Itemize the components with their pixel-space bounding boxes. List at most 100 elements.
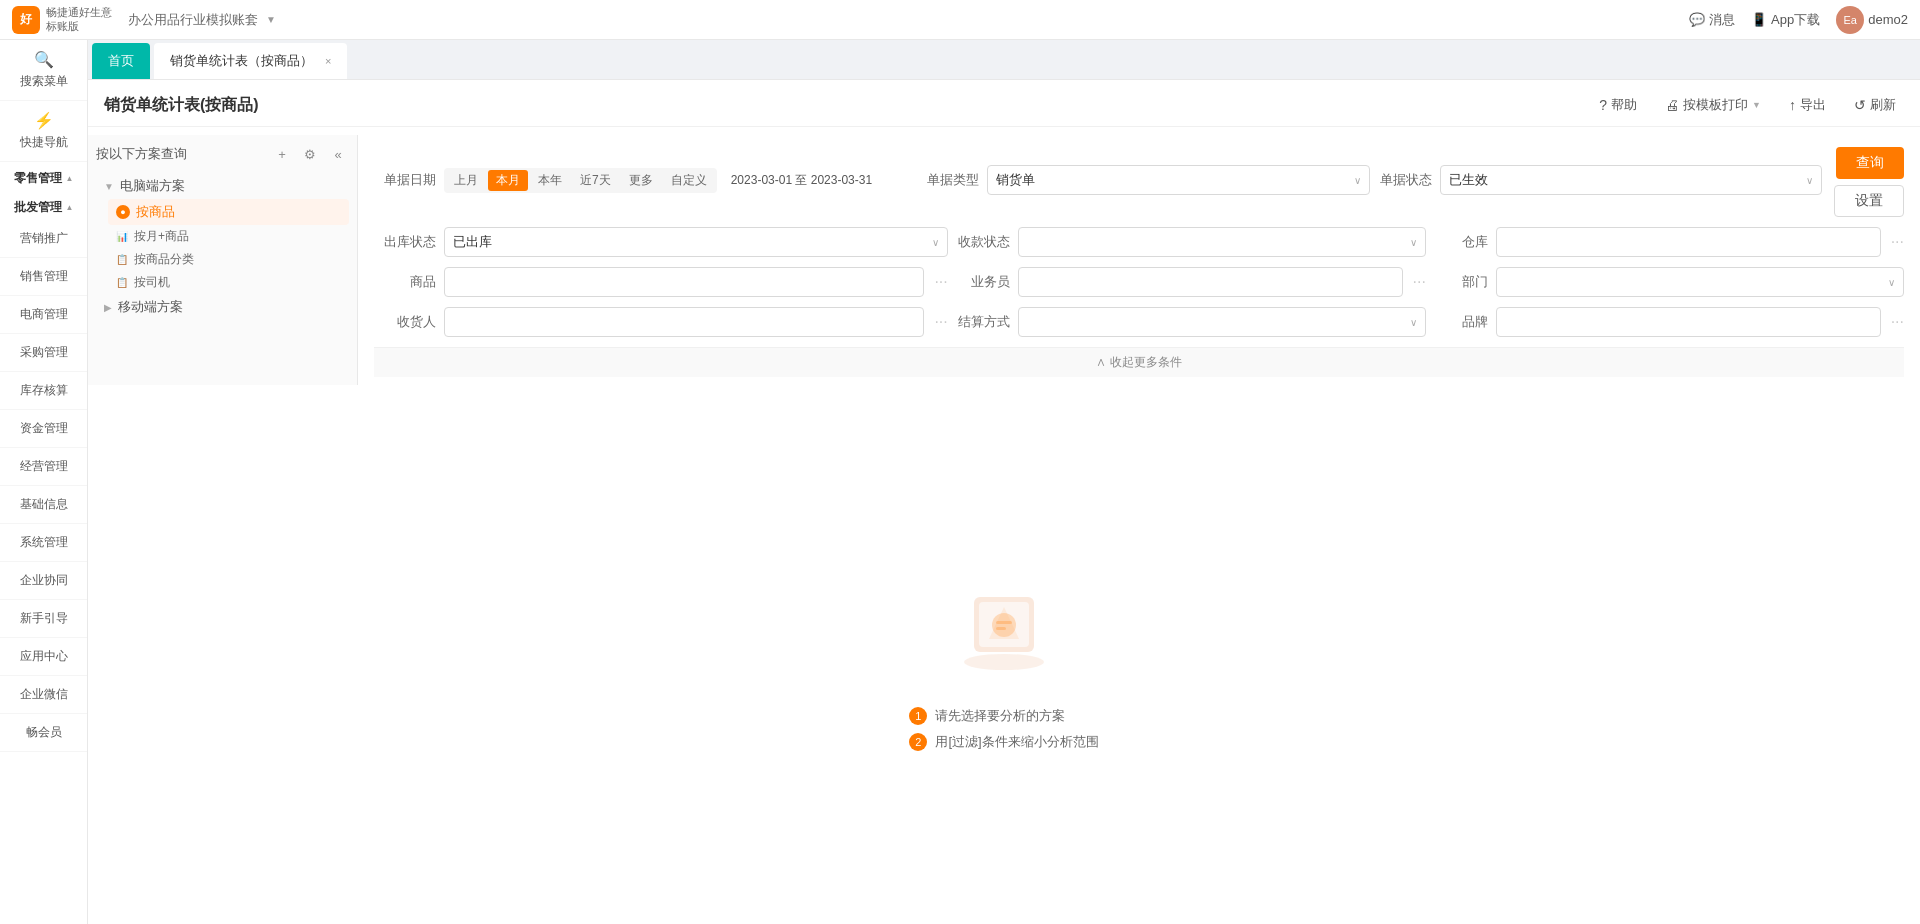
sidebar-item-ecommerce[interactable]: 电商管理 [0,296,87,334]
sidebar-item-inventory[interactable]: 库存核算 [0,372,87,410]
tree-item-by-product[interactable]: ● 按商品 [108,199,349,225]
filter-group-warehouse: 仓库 ··· [1426,227,1904,257]
sidebar-item-newbie[interactable]: 新手引导 [0,600,87,638]
sidebar-item-quicknav[interactable]: ⚡ 快捷导航 [0,101,87,162]
tree-group-pc: ▼ 电脑端方案 ● 按商品 📊 按月+商品 [96,173,349,294]
settlement-control: ∨ [1018,307,1426,337]
export-button[interactable]: ↑ 导出 [1781,92,1834,118]
help-button[interactable]: ? 帮助 [1591,92,1645,118]
panel-settings-button[interactable]: ⚙ [299,143,321,165]
sidebar-item-operation[interactable]: 经营管理 [0,448,87,486]
sidebar-item-basic[interactable]: 基础信息 [0,486,87,524]
type-select[interactable]: 销货单 ∨ [987,165,1370,195]
logo-area: 好 畅捷通好生意 标账版 [12,6,112,34]
salesman-dots[interactable]: ··· [1413,273,1426,291]
status-select[interactable]: 已生效 ∨ [1440,165,1823,195]
receiver-input[interactable] [444,307,924,337]
sidebar-item-wholesale[interactable]: 批发管理 ▲ [0,191,87,220]
refresh-button[interactable]: ↺ 刷新 [1846,92,1904,118]
product-input[interactable] [444,267,924,297]
salesman-label: 业务员 [948,273,1018,291]
filter-row-2: 出库状态 已出库 ∨ 收款状态 [374,227,1904,257]
tab-home[interactable]: 首页 [92,43,150,79]
tree-item-by-cashier[interactable]: 📋 按司机 [108,271,349,294]
out-label: 出库状态 [374,233,444,251]
settlement-select[interactable]: ∨ [1018,307,1426,337]
category-icon: 📋 [116,254,128,265]
warehouse-dots[interactable]: ··· [1891,233,1904,251]
dept-select[interactable]: ∨ [1496,267,1904,297]
avatar: Ea [1836,6,1864,34]
date-tab-lastmonth[interactable]: 上月 [446,170,486,191]
query-button[interactable]: 查询 [1836,147,1904,179]
top-bar-dropdown-arrow[interactable]: ▼ [266,14,276,25]
sidebar-item-system[interactable]: 系统管理 [0,524,87,562]
tree-item-by-month-product[interactable]: 📊 按月+商品 [108,225,349,248]
tree-item-by-category[interactable]: 📋 按商品分类 [108,248,349,271]
print-button[interactable]: 🖨 按模板打印 ▼ [1657,92,1769,118]
panel-header: 按以下方案查询 + ⚙ « [96,143,349,165]
date-tab-thisyear[interactable]: 本年 [530,170,570,191]
out-select[interactable]: 已出库 ∨ [444,227,948,257]
search-icon: 🔍 [34,50,54,69]
sidebar-item-purchase[interactable]: 采购管理 [0,334,87,372]
date-tab-more[interactable]: 更多 [621,170,661,191]
sidebar-item-corpwechat[interactable]: 企业微信 [0,676,87,714]
collapse-bar[interactable]: ∧ 收起更多条件 [374,347,1904,377]
settlement-label: 结算方式 [948,313,1018,331]
filter-group-out: 出库状态 已出库 ∨ [374,227,948,257]
date-tabs: 上月 本月 本年 近7天 更多 自定义 [444,168,717,193]
app-icon: 📱 [1751,12,1767,27]
panel-tools: + ⚙ « [271,143,349,165]
status-select-arrow: ∨ [1806,175,1813,186]
type-control: 销货单 ∨ [987,165,1370,195]
quicknav-icon: ⚡ [34,111,54,130]
tree-dot-by-product: ● [116,205,130,219]
warehouse-input[interactable] [1496,227,1881,257]
sidebar-item-retail[interactable]: 零售管理 ▲ [0,162,87,191]
user-menu[interactable]: Ea demo2 [1836,6,1908,34]
sidebar: 🔍 搜索菜单 ⚡ 快捷导航 零售管理 ▲ 批发管理 ▲ 营销推广 销售管理 电商… [0,40,88,924]
message-button[interactable]: 💬 消息 [1689,11,1735,29]
filter-group-type: 单据类型 销货单 ∨ [917,165,1370,195]
warehouse-label: 仓库 [1426,233,1496,251]
sidebar-item-appcenter[interactable]: 应用中心 [0,638,87,676]
app-download-button[interactable]: 📱 App下载 [1751,11,1820,29]
brand-label: 品牌 [1426,313,1496,331]
salesman-control: ··· [1018,267,1426,297]
content-area: 首页 销货单统计表（按商品） × 销货单统计表(按商品) ? 帮助 🖨 [88,40,1920,924]
date-tab-custom[interactable]: 自定义 [663,170,715,191]
filter-group-settlement: 结算方式 ∨ [948,307,1426,337]
sidebar-item-search[interactable]: 🔍 搜索菜单 [0,40,87,101]
sidebar-item-marketing[interactable]: 营销推广 [0,220,87,258]
filter-row-3: 商品 ··· 业务员 ··· [374,267,1904,297]
date-label: 单据日期 [374,171,444,189]
receipt-select[interactable]: ∨ [1018,227,1426,257]
tree-toggle-mobile: ▶ [104,302,112,313]
date-tab-thismonth[interactable]: 本月 [488,170,528,191]
print-dropdown-icon: ▼ [1752,100,1761,110]
print-icon: 🖨 [1665,97,1679,113]
tree-group-pc-header[interactable]: ▼ 电脑端方案 [96,173,349,199]
top-bar-right: 💬 消息 📱 App下载 Ea demo2 [1689,6,1908,34]
tab-report[interactable]: 销货单统计表（按商品） × [154,43,347,79]
settings-button[interactable]: 设置 [1834,185,1904,217]
panel-collapse-button[interactable]: « [327,143,349,165]
tree-group-mobile-header[interactable]: ▶ 移动端方案 [96,294,349,320]
panel-add-button[interactable]: + [271,143,293,165]
brand-input[interactable] [1496,307,1881,337]
sidebar-item-corp[interactable]: 企业协同 [0,562,87,600]
product-dots[interactable]: ··· [934,273,947,291]
page-title: 销货单统计表(按商品) [104,95,259,116]
brand-dots[interactable]: ··· [1891,313,1904,331]
salesman-input[interactable] [1018,267,1403,297]
tree-toggle-pc: ▼ [104,181,114,192]
sidebar-item-finance[interactable]: 资金管理 [0,410,87,448]
receiver-dots[interactable]: ··· [934,313,947,331]
filter-group-product: 商品 ··· [374,267,948,297]
tab-close-report[interactable]: × [325,55,331,67]
sidebar-item-member[interactable]: 畅会员 [0,714,87,752]
sidebar-item-sales[interactable]: 销售管理 [0,258,87,296]
date-tab-last7[interactable]: 近7天 [572,170,619,191]
message-icon: 💬 [1689,12,1705,27]
